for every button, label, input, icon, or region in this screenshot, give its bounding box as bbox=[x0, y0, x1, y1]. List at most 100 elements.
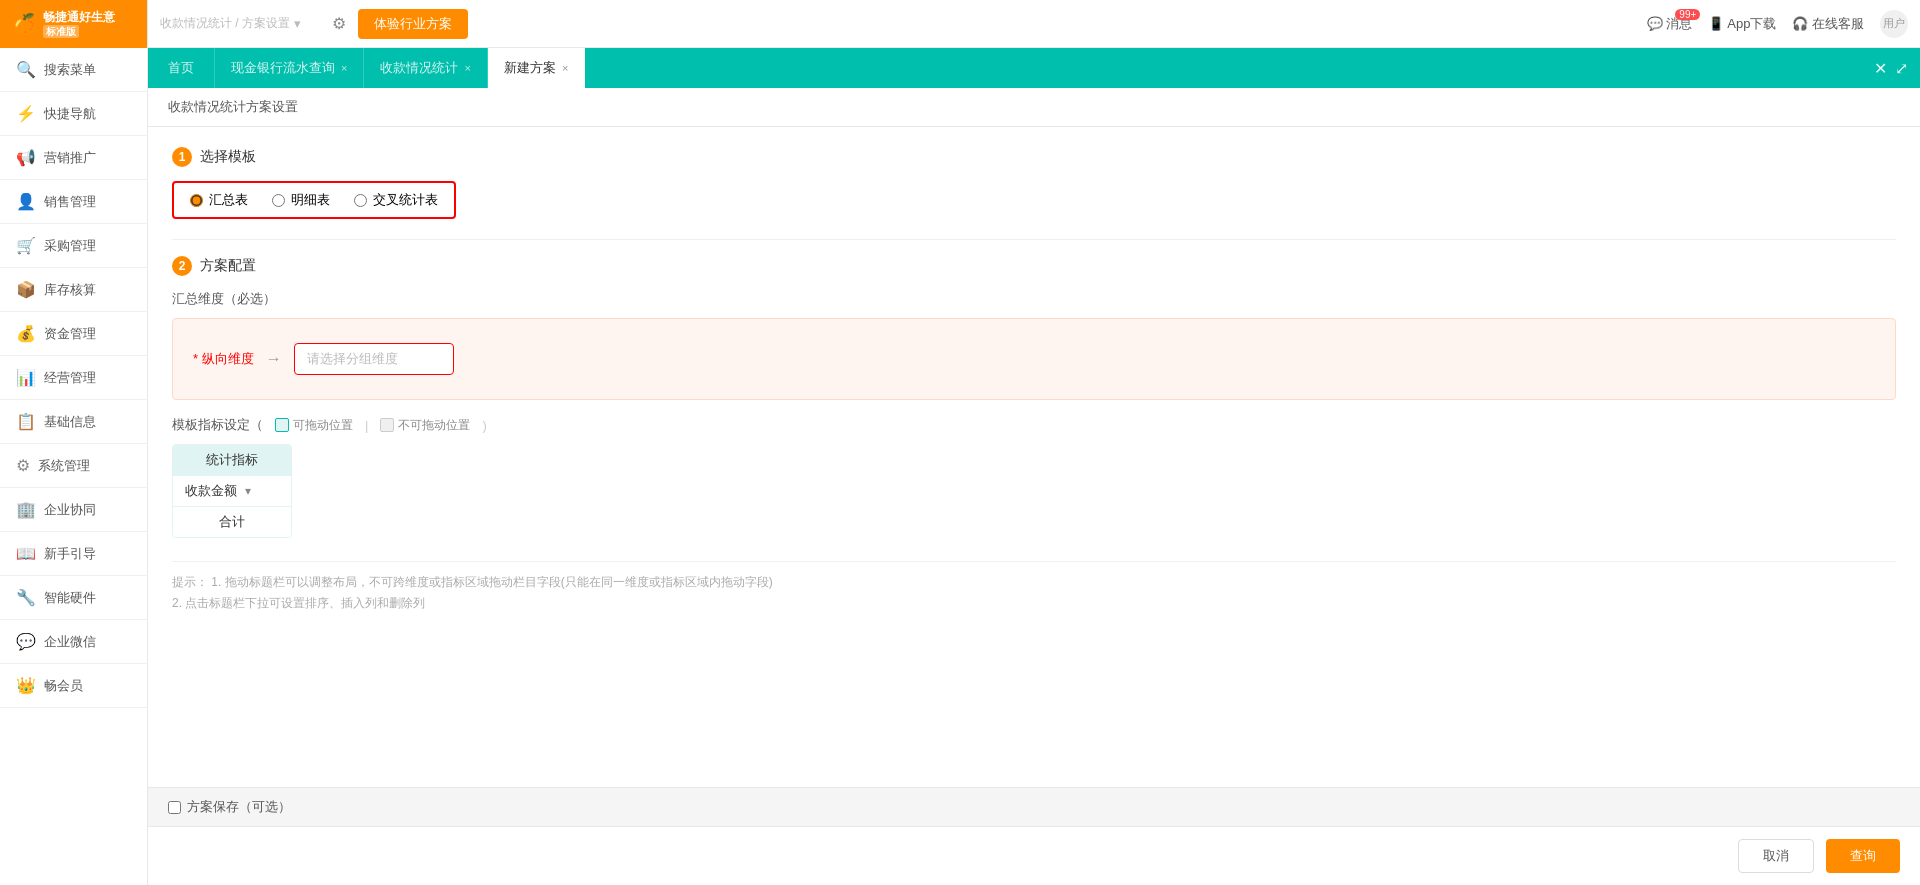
quick-nav-icon: ⚡ bbox=[16, 104, 36, 123]
step1-header: 1 选择模板 bbox=[172, 147, 1896, 167]
settings-icon[interactable]: ⚙ bbox=[332, 14, 346, 33]
tab-bank[interactable]: 现金银行流水查询 × bbox=[215, 48, 364, 88]
tips-section: 提示： 1. 拖动标题栏可以调整布局，不可跨维度或指标区域拖动栏目字段(只能在同… bbox=[172, 561, 1896, 612]
search-icon: 🔍 bbox=[16, 60, 36, 79]
sidebar-item-label: 采购管理 bbox=[44, 237, 96, 255]
sidebar-item-quick-nav[interactable]: ⚡ 快捷导航 bbox=[0, 92, 147, 136]
message-icon: 💬 bbox=[1647, 16, 1663, 31]
sidebar-item-purchase[interactable]: 🛒 采购管理 bbox=[0, 224, 147, 268]
radio-cross-label: 交叉统计表 bbox=[373, 191, 438, 209]
tab-expand-button[interactable]: ⤢ bbox=[1895, 59, 1908, 78]
vertical-dimension-label: * 纵向维度 bbox=[193, 350, 254, 368]
sidebar-item-label: 资金管理 bbox=[44, 325, 96, 343]
step1-number: 1 bbox=[172, 147, 192, 167]
tab-bar: 首页 现金银行流水查询 × 收款情况统计 × 新建方案 × ✕ ⤢ bbox=[148, 48, 1920, 88]
metrics-row-1: 合计 bbox=[173, 506, 291, 537]
sidebar-item-guide[interactable]: 📖 新手引导 bbox=[0, 532, 147, 576]
radio-summary-label: 汇总表 bbox=[209, 191, 248, 209]
tab-bank-close[interactable]: × bbox=[341, 62, 347, 74]
sidebar-item-label: 企业微信 bbox=[44, 633, 96, 651]
radio-detail-input[interactable] bbox=[272, 194, 285, 207]
topbar: 收款情况统计 / 方案设置 ▾ ⚙ 体验行业方案 💬 消息 99+ 📱 App下… bbox=[148, 0, 1920, 48]
purchase-icon: 🛒 bbox=[16, 236, 36, 255]
breadcrumb-chevron: ▾ bbox=[294, 16, 301, 31]
template-options: 汇总表 明细表 交叉统计表 bbox=[172, 181, 456, 219]
radio-detail[interactable]: 明细表 bbox=[272, 191, 330, 209]
notifications-badge: 99+ bbox=[1675, 9, 1700, 20]
tabbar-actions: ✕ ⤢ bbox=[1862, 48, 1920, 88]
sidebar-item-search[interactable]: 🔍 搜索菜单 bbox=[0, 48, 147, 92]
arrow-icon: → bbox=[266, 350, 282, 368]
sidebar-item-basic-info[interactable]: 📋 基础信息 bbox=[0, 400, 147, 444]
tab-new[interactable]: 新建方案 × bbox=[488, 48, 585, 88]
sidebar-item-member[interactable]: 👑 畅会员 bbox=[0, 664, 147, 708]
download-button[interactable]: 📱 App下载 bbox=[1708, 15, 1776, 33]
marketing-icon: 📢 bbox=[16, 148, 36, 167]
sidebar-item-inventory[interactable]: 📦 库存核算 bbox=[0, 268, 147, 312]
legend-draggable: 可拖动位置 bbox=[275, 417, 353, 434]
dimension-select[interactable]: 请选择分组维度 bbox=[294, 343, 454, 375]
sidebar-item-smart-hw[interactable]: 🔧 智能硬件 bbox=[0, 576, 147, 620]
industry-solution-button[interactable]: 体验行业方案 bbox=[358, 9, 468, 39]
operations-icon: 📊 bbox=[16, 368, 36, 387]
sidebar-item-corp-collab[interactable]: 🏢 企业协同 bbox=[0, 488, 147, 532]
tab-close-all-button[interactable]: ✕ bbox=[1874, 59, 1887, 78]
tab-home-label: 首页 bbox=[168, 59, 194, 77]
download-icon: 📱 bbox=[1708, 16, 1724, 31]
sidebar-item-label: 经营管理 bbox=[44, 369, 96, 387]
metrics-header: 模板指标设定（ 可拖动位置 | 不可拖动位置 ) bbox=[172, 416, 1896, 434]
tab-stats[interactable]: 收款情况统计 × bbox=[364, 48, 487, 88]
dimension-placeholder: 请选择分组维度 bbox=[307, 351, 398, 366]
step2-number: 2 bbox=[172, 256, 192, 276]
legend-draggable-dot bbox=[275, 418, 289, 432]
metrics-row-0-dropdown[interactable]: ▾ bbox=[245, 484, 251, 498]
metrics-table-header: 统计指标 bbox=[173, 445, 291, 475]
legend-fixed-dot bbox=[380, 418, 394, 432]
metrics-header-label: 模板指标设定（ bbox=[172, 416, 263, 434]
tip-2-text: 2. 点击标题栏下拉可设置排序、插入列和删除列 bbox=[172, 596, 425, 610]
app-logo: 🍊 畅捷通好生意 标准版 bbox=[0, 0, 147, 48]
main-area: 收款情况统计 / 方案设置 ▾ ⚙ 体验行业方案 💬 消息 99+ 📱 App下… bbox=[148, 0, 1920, 885]
radio-summary-input[interactable] bbox=[190, 194, 203, 207]
radio-cross-input[interactable] bbox=[354, 194, 367, 207]
query-button[interactable]: 查询 bbox=[1826, 839, 1900, 873]
sidebar-item-corp-wechat[interactable]: 💬 企业微信 bbox=[0, 620, 147, 664]
tab-new-label: 新建方案 bbox=[504, 59, 556, 77]
content-footer: 方案保存（可选） bbox=[148, 787, 1920, 826]
cancel-button[interactable]: 取消 bbox=[1738, 839, 1814, 873]
logo-text: 畅捷通好生意 标准版 bbox=[43, 10, 115, 39]
step2-title: 方案配置 bbox=[200, 257, 256, 275]
system-icon: ⚙ bbox=[16, 456, 30, 475]
member-icon: 👑 bbox=[16, 676, 36, 695]
save-checkbox[interactable] bbox=[168, 801, 181, 814]
sidebar-item-finance[interactable]: 💰 资金管理 bbox=[0, 312, 147, 356]
save-label[interactable]: 方案保存（可选） bbox=[187, 798, 291, 816]
guide-icon: 📖 bbox=[16, 544, 36, 563]
sidebar-item-sales[interactable]: 👤 销售管理 bbox=[0, 180, 147, 224]
step2-header: 2 方案配置 bbox=[172, 256, 1896, 276]
radio-summary[interactable]: 汇总表 bbox=[190, 191, 248, 209]
sidebar-item-label: 系统管理 bbox=[38, 457, 90, 475]
sidebar-item-system[interactable]: ⚙ 系统管理 bbox=[0, 444, 147, 488]
support-label: 在线客服 bbox=[1812, 16, 1864, 31]
step1-title: 选择模板 bbox=[200, 148, 256, 166]
sidebar-item-label: 快捷导航 bbox=[44, 105, 96, 123]
radio-cross[interactable]: 交叉统计表 bbox=[354, 191, 438, 209]
tab-new-close[interactable]: × bbox=[562, 62, 568, 74]
legend-fixed-label: 不可拖动位置 bbox=[398, 417, 470, 434]
metrics-table: 统计指标 收款金额 ▾ 合计 bbox=[172, 444, 292, 538]
sidebar-item-operations[interactable]: 📊 经营管理 bbox=[0, 356, 147, 400]
tip-1-text: 1. 拖动标题栏可以调整布局，不可跨维度或指标区域拖动栏目字段(只能在同一维度或… bbox=[211, 575, 772, 589]
support-button[interactable]: 🎧 在线客服 bbox=[1792, 15, 1864, 33]
notifications-button[interactable]: 💬 消息 99+ bbox=[1647, 15, 1693, 33]
basic-info-icon: 📋 bbox=[16, 412, 36, 431]
tab-stats-close[interactable]: × bbox=[464, 62, 470, 74]
corp-collab-icon: 🏢 bbox=[16, 500, 36, 519]
step2-section: 2 方案配置 汇总维度（必选） * 纵向维度 → 请选择分组维度 bbox=[172, 256, 1896, 612]
page-header: 收款情况统计方案设置 bbox=[148, 88, 1920, 127]
tab-home[interactable]: 首页 bbox=[148, 48, 215, 88]
sidebar-item-label: 智能硬件 bbox=[44, 589, 96, 607]
step1-section: 1 选择模板 汇总表 明细表 交叉统计表 bbox=[172, 147, 1896, 219]
sidebar-item-marketing[interactable]: 📢 营销推广 bbox=[0, 136, 147, 180]
bottom-action-bar: 取消 查询 bbox=[148, 826, 1920, 885]
